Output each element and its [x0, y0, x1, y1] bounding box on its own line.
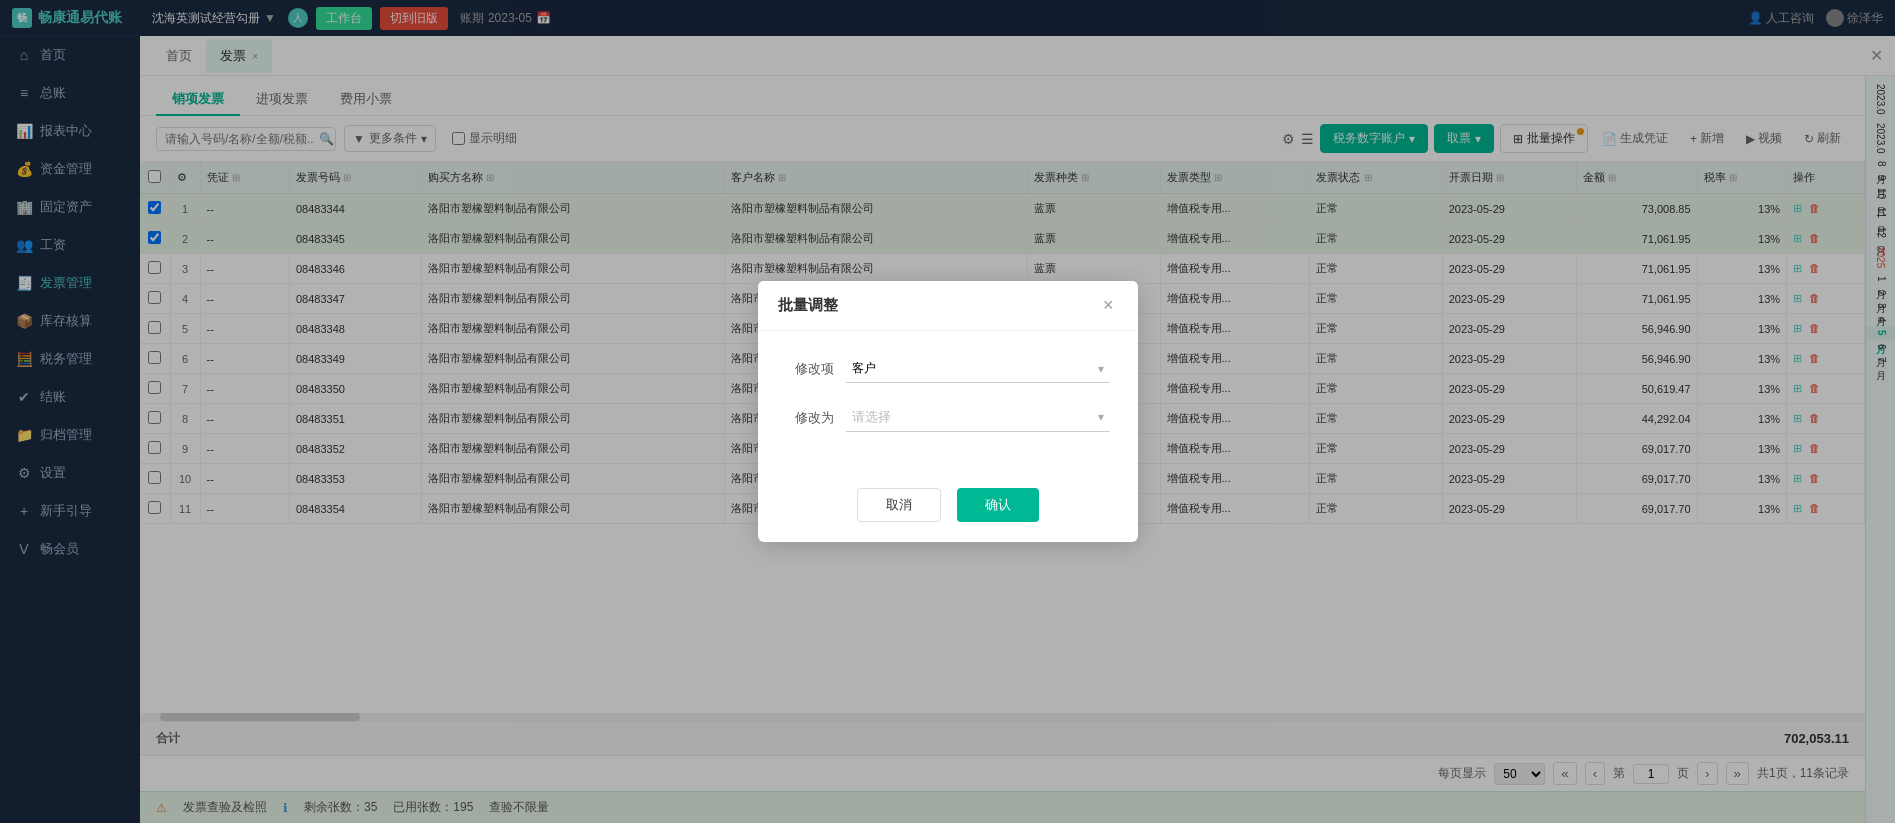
modal-body: 修改项 客户 ▾ 修改为 请选择 ▾ — [758, 331, 1138, 476]
modal-footer: 取消 确认 — [758, 476, 1138, 542]
modify-to-select[interactable]: 请选择 ▾ — [846, 403, 1110, 432]
modify-to-placeholder: 请选择 — [852, 408, 891, 426]
modify-item-row: 修改项 客户 ▾ — [786, 355, 1110, 383]
cancel-button[interactable]: 取消 — [857, 488, 941, 522]
modify-to-row: 修改为 请选择 ▾ — [786, 403, 1110, 432]
modify-to-dropdown-icon: ▾ — [1098, 410, 1104, 424]
modify-item-label: 修改项 — [786, 360, 834, 378]
modal-title: 批量调整 — [778, 296, 838, 315]
modify-item-value: 客户 — [852, 360, 876, 377]
modify-to-label: 修改为 — [786, 409, 834, 427]
modify-item-dropdown-icon: ▾ — [1098, 362, 1104, 376]
modal-overlay[interactable]: 批量调整 × 修改项 客户 ▾ 修改为 请选择 ▾ 取消 确认 — [0, 0, 1895, 823]
batch-adjust-modal: 批量调整 × 修改项 客户 ▾ 修改为 请选择 ▾ 取消 确认 — [758, 281, 1138, 542]
modal-header: 批量调整 × — [758, 281, 1138, 331]
modify-item-select[interactable]: 客户 ▾ — [846, 355, 1110, 383]
confirm-button[interactable]: 确认 — [957, 488, 1039, 522]
modal-close-button[interactable]: × — [1099, 295, 1118, 316]
